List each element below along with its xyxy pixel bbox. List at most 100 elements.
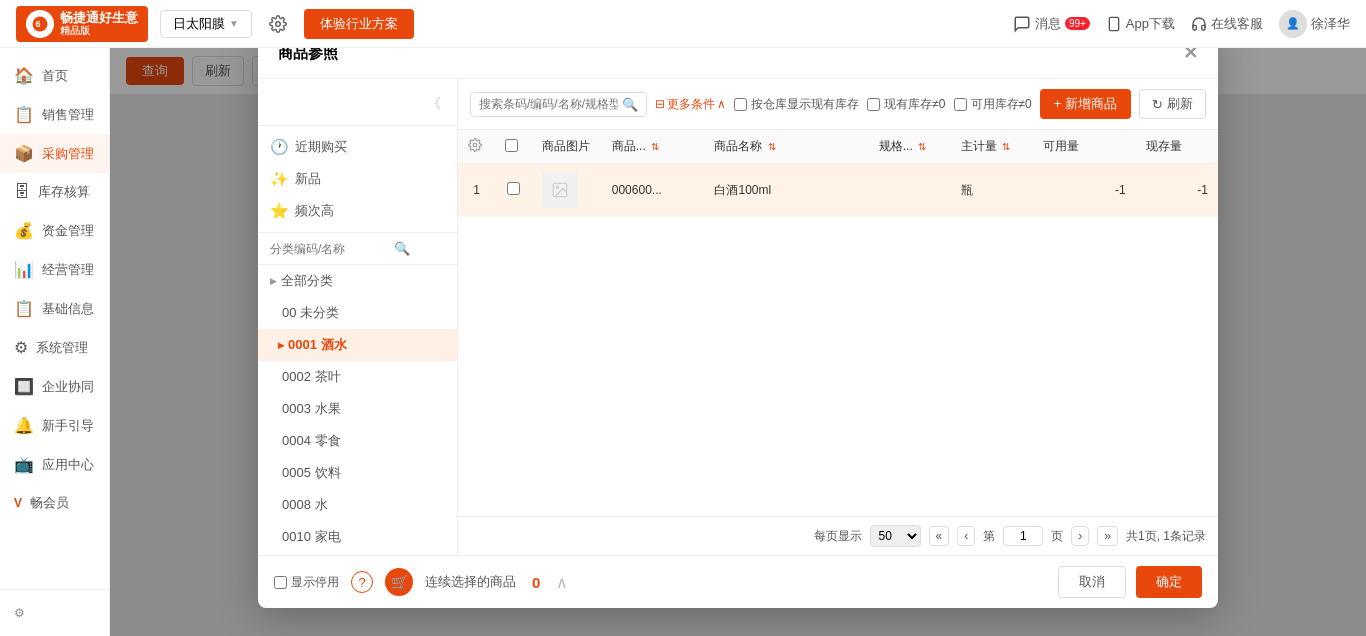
modal-close-icon[interactable]: ✕	[1183, 48, 1198, 64]
content-area: 查询 刷新 设置 商品参照 ✕	[110, 48, 1366, 636]
modal-table-wrap: 商品图片 商品... ⇅ 商品名称 ⇅	[458, 130, 1218, 516]
checkbox-avail-neq-label: 可用库存≠0	[971, 96, 1032, 113]
cat-appliance[interactable]: 0010 家电	[258, 521, 457, 547]
cat-beverage[interactable]: 0005 饮料	[258, 457, 457, 489]
th-checkbox[interactable]	[495, 130, 532, 164]
logo-title: 畅捷通好生意	[60, 10, 138, 26]
search-cat-input[interactable]	[270, 242, 390, 256]
modal-search-bar: 🔍 ⊟ 更多条件 ∧ 按仓库显示现有库存	[458, 79, 1218, 130]
filter-btn[interactable]: ⊟ 更多条件 ∧	[655, 96, 726, 113]
nav-dropdown[interactable]: 日太阳膜 ▼	[160, 10, 252, 38]
refresh-label: 刷新	[1167, 95, 1193, 113]
th-spec[interactable]: 规格... ⇅	[869, 130, 951, 164]
basic-icon: 📋	[14, 299, 34, 318]
checkbox-warehouse-label: 按仓库显示现有库存	[751, 96, 859, 113]
frequent-icon: ⭐	[270, 202, 289, 220]
quick-items: 🕐 近期购买 ✨ 新品 ⭐ 频次高	[258, 126, 457, 233]
show-disabled-label[interactable]: 显示停用	[274, 574, 339, 591]
modal-right-panel: 🔍 ⊟ 更多条件 ∧ 按仓库显示现有库存	[458, 79, 1218, 555]
product-img	[542, 172, 578, 208]
quick-frequent[interactable]: ⭐ 频次高	[258, 196, 457, 226]
cat-snack[interactable]: 0004 零食	[258, 425, 457, 457]
quick-new[interactable]: ✨ 新品	[258, 164, 457, 194]
product-search-input[interactable]	[479, 97, 618, 111]
sidebar-item-system[interactable]: ⚙ 系统管理	[0, 328, 109, 367]
checkbox-warehouse[interactable]: 按仓库显示现有库存	[734, 96, 859, 113]
cat-fruit[interactable]: 0003 水果	[258, 393, 457, 425]
sidebar-settings-btn[interactable]: ⚙	[0, 598, 109, 628]
checkbox-avail-neq[interactable]: 可用库存≠0	[954, 96, 1032, 113]
show-disabled-checkbox[interactable]	[274, 576, 287, 589]
messages-label: 消息	[1035, 15, 1061, 33]
last-page-btn[interactable]: »	[1097, 526, 1118, 546]
page-unit: 页	[1051, 528, 1063, 545]
checkbox-stock-neq-input[interactable]	[867, 98, 880, 111]
cat-uncategorized[interactable]: 00 未分类	[258, 297, 457, 329]
add-product-btn[interactable]: + 新增商品	[1040, 89, 1131, 119]
th-name[interactable]: 商品名称 ⇅	[704, 130, 868, 164]
trial-btn[interactable]: 体验行业方案	[304, 9, 414, 39]
checkbox-warehouse-input[interactable]	[734, 98, 747, 111]
quick-recent[interactable]: 🕐 近期购买	[258, 132, 457, 162]
refresh-btn[interactable]: ↻ 刷新	[1139, 89, 1206, 119]
modal-footer: 显示停用 ? 🛒 连续选择的商品 0 ∧ 取消 确定	[258, 555, 1218, 608]
sidebar-item-inventory[interactable]: 🗄 库存核算	[0, 173, 109, 211]
svg-text:6: 6	[36, 19, 41, 29]
sidebar-item-purchase[interactable]: 📦 采购管理	[0, 134, 109, 173]
sidebar-item-operation[interactable]: 📊 经营管理	[0, 250, 109, 289]
checkbox-avail-neq-input[interactable]	[954, 98, 967, 111]
product-table: 商品图片 商品... ⇅ 商品名称 ⇅	[458, 130, 1218, 217]
sidebar-label-operation: 经营管理	[42, 261, 94, 279]
sidebar-item-sales[interactable]: 📋 销售管理	[0, 95, 109, 134]
logo-icon: 6	[26, 10, 54, 38]
sidebar-label-inventory: 库存核算	[38, 183, 90, 201]
online-service-item[interactable]: 在线客服	[1191, 15, 1263, 33]
page-input[interactable]	[1003, 526, 1043, 546]
help-icon[interactable]: ?	[351, 571, 373, 593]
cancel-btn[interactable]: 取消	[1058, 566, 1126, 598]
footer-collapse-arrow[interactable]: ∧	[556, 573, 568, 592]
cat-all[interactable]: ▶ 全部分类	[258, 265, 457, 297]
sidebar-item-guide[interactable]: 🔔 新手引导	[0, 406, 109, 445]
main-layout: 🏠 首页 📋 销售管理 📦 采购管理 🗄 库存核算 💰 资金管理 📊 经营管理 …	[0, 48, 1366, 636]
search-cat-icon[interactable]: 🔍	[394, 241, 410, 256]
sidebar-item-finance[interactable]: 💰 资金管理	[0, 211, 109, 250]
settings-icon: ⚙	[14, 606, 25, 620]
select-all-checkbox[interactable]	[505, 139, 518, 152]
sidebar-label-sales: 销售管理	[42, 106, 94, 124]
sidebar-item-home[interactable]: 🏠 首页	[0, 56, 109, 95]
checkbox-stock-neq[interactable]: 现有库存≠0	[867, 96, 945, 113]
table-row[interactable]: 1 000600... 白酒100ml 瓶 -1 -1	[458, 164, 1218, 217]
th-unit[interactable]: 主计量 ⇅	[951, 130, 1033, 164]
app-download-label: App下载	[1126, 15, 1175, 33]
app-download-item[interactable]: App下载	[1106, 15, 1175, 33]
row-checkbox[interactable]	[507, 182, 520, 195]
th-available: 可用量	[1033, 130, 1136, 164]
cell-check[interactable]	[495, 164, 532, 217]
collapse-btn[interactable]: 《	[423, 91, 445, 117]
cat-tea[interactable]: 0002 茶叶	[258, 361, 457, 393]
th-code[interactable]: 商品... ⇅	[602, 130, 705, 164]
sidebar-item-member[interactable]: V 畅会员	[0, 484, 109, 522]
sidebar-item-enterprise[interactable]: 🔲 企业协同	[0, 367, 109, 406]
cat-liquor[interactable]: ▶ 0001 酒水	[258, 329, 457, 361]
new-icon: ✨	[270, 170, 289, 188]
confirm-btn[interactable]: 确定	[1136, 566, 1202, 598]
quick-recent-label: 近期购买	[295, 138, 347, 156]
search-submit-icon[interactable]: 🔍	[622, 97, 638, 112]
cat-uncategorized-label: 00 未分类	[282, 304, 339, 322]
top-nav: 6 畅捷通好生意 精品版 日太阳膜 ▼ 体验行业方案 消息 99+ App下载 …	[0, 0, 1366, 48]
page-size-select[interactable]: 50 100 200	[870, 525, 921, 547]
user-item[interactable]: 👤 徐泽华	[1279, 10, 1350, 38]
modal-header: 商品参照 ✕	[258, 48, 1218, 79]
cat-triangle-all: ▶	[270, 276, 277, 286]
first-page-btn[interactable]: «	[929, 526, 950, 546]
cat-water[interactable]: 0008 水	[258, 489, 457, 521]
messages-item[interactable]: 消息 99+	[1013, 15, 1090, 33]
prev-page-btn[interactable]: ‹	[957, 526, 975, 546]
next-page-btn[interactable]: ›	[1071, 526, 1089, 546]
cart-icon-btn[interactable]: 🛒	[385, 568, 413, 596]
sidebar-item-app[interactable]: 📺 应用中心	[0, 445, 109, 484]
gear-button[interactable]	[264, 10, 292, 38]
sidebar-item-basic[interactable]: 📋 基础信息	[0, 289, 109, 328]
